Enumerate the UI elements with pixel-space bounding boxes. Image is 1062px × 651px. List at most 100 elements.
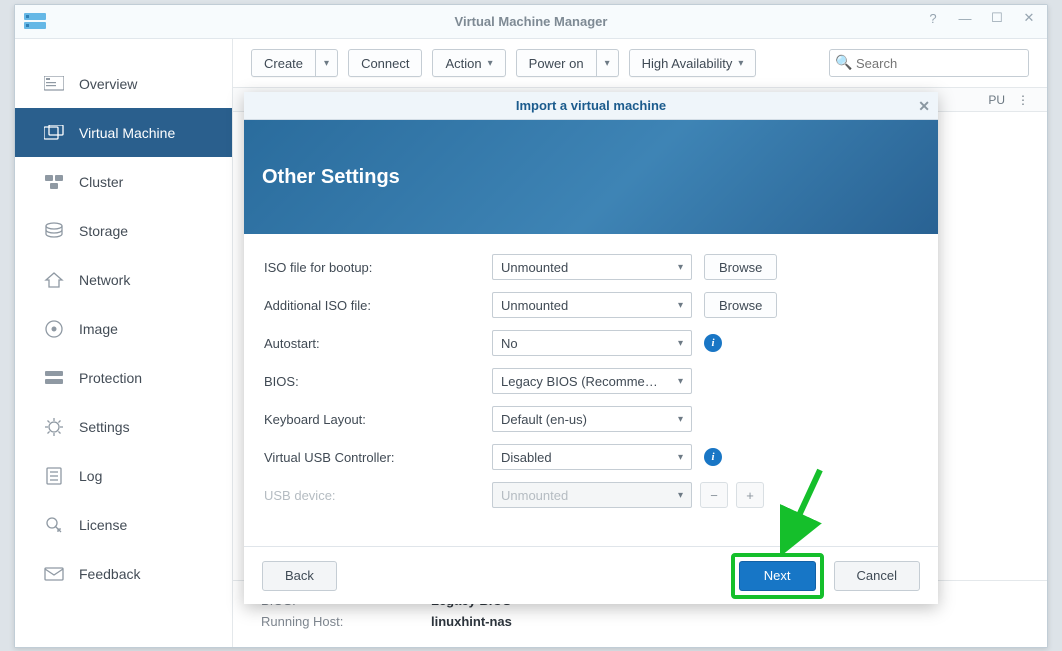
connect-button[interactable]: Connect: [348, 49, 422, 77]
caret-down-icon: ▾: [678, 414, 683, 425]
sidebar-item-network[interactable]: Network: [15, 255, 232, 304]
sidebar: Overview Virtual Machine Cluster Storage…: [15, 39, 233, 647]
iso-boot-label: ISO file for bootup:: [264, 260, 492, 275]
caret-down-icon: ▾: [324, 58, 329, 69]
usb-device-label: USB device:: [264, 488, 492, 503]
sidebar-item-storage[interactable]: Storage: [15, 206, 232, 255]
image-icon: [43, 320, 65, 338]
sidebar-label: Storage: [79, 223, 128, 239]
usb-device-add-button: +: [736, 482, 764, 508]
bios-select[interactable]: Legacy BIOS (Recommended)▾: [492, 368, 692, 394]
close-icon[interactable]: ✕: [1015, 7, 1043, 29]
log-icon: [43, 467, 65, 485]
poweron-split: Power on ▾: [516, 49, 619, 77]
bios-label: BIOS:: [264, 374, 492, 389]
sidebar-item-protection[interactable]: Protection: [15, 353, 232, 402]
detail-host-key: Running Host:: [261, 614, 431, 629]
usb-controller-info-icon[interactable]: i: [704, 448, 722, 466]
dialog-title-bar: Import a virtual machine ✕: [244, 92, 938, 120]
autostart-info-icon[interactable]: i: [704, 334, 722, 352]
dialog-title: Import a virtual machine: [516, 98, 666, 113]
sidebar-item-feedback[interactable]: Feedback: [15, 549, 232, 598]
dialog-banner: Other Settings: [244, 120, 938, 234]
settings-icon: [43, 418, 65, 436]
sidebar-label: Image: [79, 321, 118, 337]
storage-icon: [43, 222, 65, 240]
caret-down-icon: ▾: [678, 300, 683, 311]
sidebar-item-license[interactable]: License: [15, 500, 232, 549]
usb-controller-label: Virtual USB Controller:: [264, 450, 492, 465]
search-input[interactable]: [829, 49, 1029, 77]
next-button[interactable]: Next: [739, 561, 816, 591]
title-bar: Virtual Machine Manager ? — ☐ ✕: [15, 5, 1047, 39]
protection-icon: [43, 369, 65, 387]
sidebar-label: Cluster: [79, 174, 123, 190]
power-on-button[interactable]: Power on: [516, 49, 597, 77]
minimize-icon[interactable]: —: [951, 7, 979, 29]
vm-icon: [43, 124, 65, 142]
sidebar-label: Overview: [79, 76, 137, 92]
high-availability-button[interactable]: High Availability▾: [629, 49, 757, 77]
sidebar-label: License: [79, 517, 127, 533]
create-split: Create ▾: [251, 49, 338, 77]
sidebar-label: Virtual Machine: [79, 125, 175, 141]
network-icon: [43, 271, 65, 289]
overview-icon: [43, 75, 65, 93]
sidebar-item-overview[interactable]: Overview: [15, 59, 232, 108]
search-box: 🔍: [829, 49, 1029, 77]
dialog-body: ISO file for bootup: Unmounted▾ Browse A…: [244, 234, 938, 546]
sidebar-label: Network: [79, 272, 130, 288]
sidebar-label: Protection: [79, 370, 142, 386]
feedback-icon: [43, 565, 65, 583]
sidebar-item-image[interactable]: Image: [15, 304, 232, 353]
autostart-label: Autostart:: [264, 336, 492, 351]
additional-iso-label: Additional ISO file:: [264, 298, 492, 313]
keyboard-layout-select[interactable]: Default (en-us)▾: [492, 406, 692, 432]
dialog-close-button[interactable]: ✕: [918, 92, 930, 120]
table-menu-icon[interactable]: ⋮: [1017, 93, 1029, 107]
sidebar-label: Settings: [79, 419, 130, 435]
caret-down-icon: ▾: [678, 376, 683, 387]
caret-down-icon: ▾: [738, 58, 743, 69]
usb-device-select: Unmounted▾: [492, 482, 692, 508]
create-button[interactable]: Create: [251, 49, 316, 77]
back-button[interactable]: Back: [262, 561, 337, 591]
window-title: Virtual Machine Manager: [455, 14, 608, 29]
cpu-column: PU: [988, 93, 1005, 107]
license-icon: [43, 516, 65, 534]
sidebar-item-virtual-machine[interactable]: Virtual Machine: [15, 108, 232, 157]
sidebar-item-cluster[interactable]: Cluster: [15, 157, 232, 206]
search-icon: 🔍: [835, 54, 852, 71]
next-button-highlight: Next: [731, 553, 824, 599]
sidebar-item-settings[interactable]: Settings: [15, 402, 232, 451]
import-vm-dialog: Import a virtual machine ✕ Other Setting…: [244, 92, 938, 604]
detail-host-value: linuxhint-nas: [431, 614, 512, 629]
additional-iso-browse-button[interactable]: Browse: [704, 292, 777, 318]
autostart-select[interactable]: No▾: [492, 330, 692, 356]
create-dropdown[interactable]: ▾: [316, 49, 338, 77]
dialog-section-title: Other Settings: [262, 166, 400, 189]
caret-down-icon: ▾: [605, 58, 610, 69]
maximize-icon[interactable]: ☐: [983, 7, 1011, 29]
caret-down-icon: ▾: [678, 452, 683, 463]
iso-boot-browse-button[interactable]: Browse: [704, 254, 777, 280]
app-icon: [23, 12, 47, 32]
keyboard-layout-label: Keyboard Layout:: [264, 412, 492, 427]
additional-iso-select[interactable]: Unmounted▾: [492, 292, 692, 318]
usb-controller-select[interactable]: Disabled▾: [492, 444, 692, 470]
sidebar-item-log[interactable]: Log: [15, 451, 232, 500]
help-icon[interactable]: ?: [919, 7, 947, 29]
caret-down-icon: ▾: [678, 338, 683, 349]
usb-device-remove-button: −: [700, 482, 728, 508]
caret-down-icon: ▾: [678, 262, 683, 273]
iso-boot-select[interactable]: Unmounted▾: [492, 254, 692, 280]
cluster-icon: [43, 173, 65, 191]
window-controls: ? — ☐ ✕: [919, 7, 1043, 29]
sidebar-label: Feedback: [79, 566, 140, 582]
dialog-footer: Back Next Cancel: [244, 546, 938, 604]
caret-down-icon: ▾: [488, 58, 493, 69]
action-button[interactable]: Action▾: [432, 49, 505, 77]
power-on-dropdown[interactable]: ▾: [597, 49, 619, 77]
cancel-button[interactable]: Cancel: [834, 561, 920, 591]
sidebar-label: Log: [79, 468, 102, 484]
